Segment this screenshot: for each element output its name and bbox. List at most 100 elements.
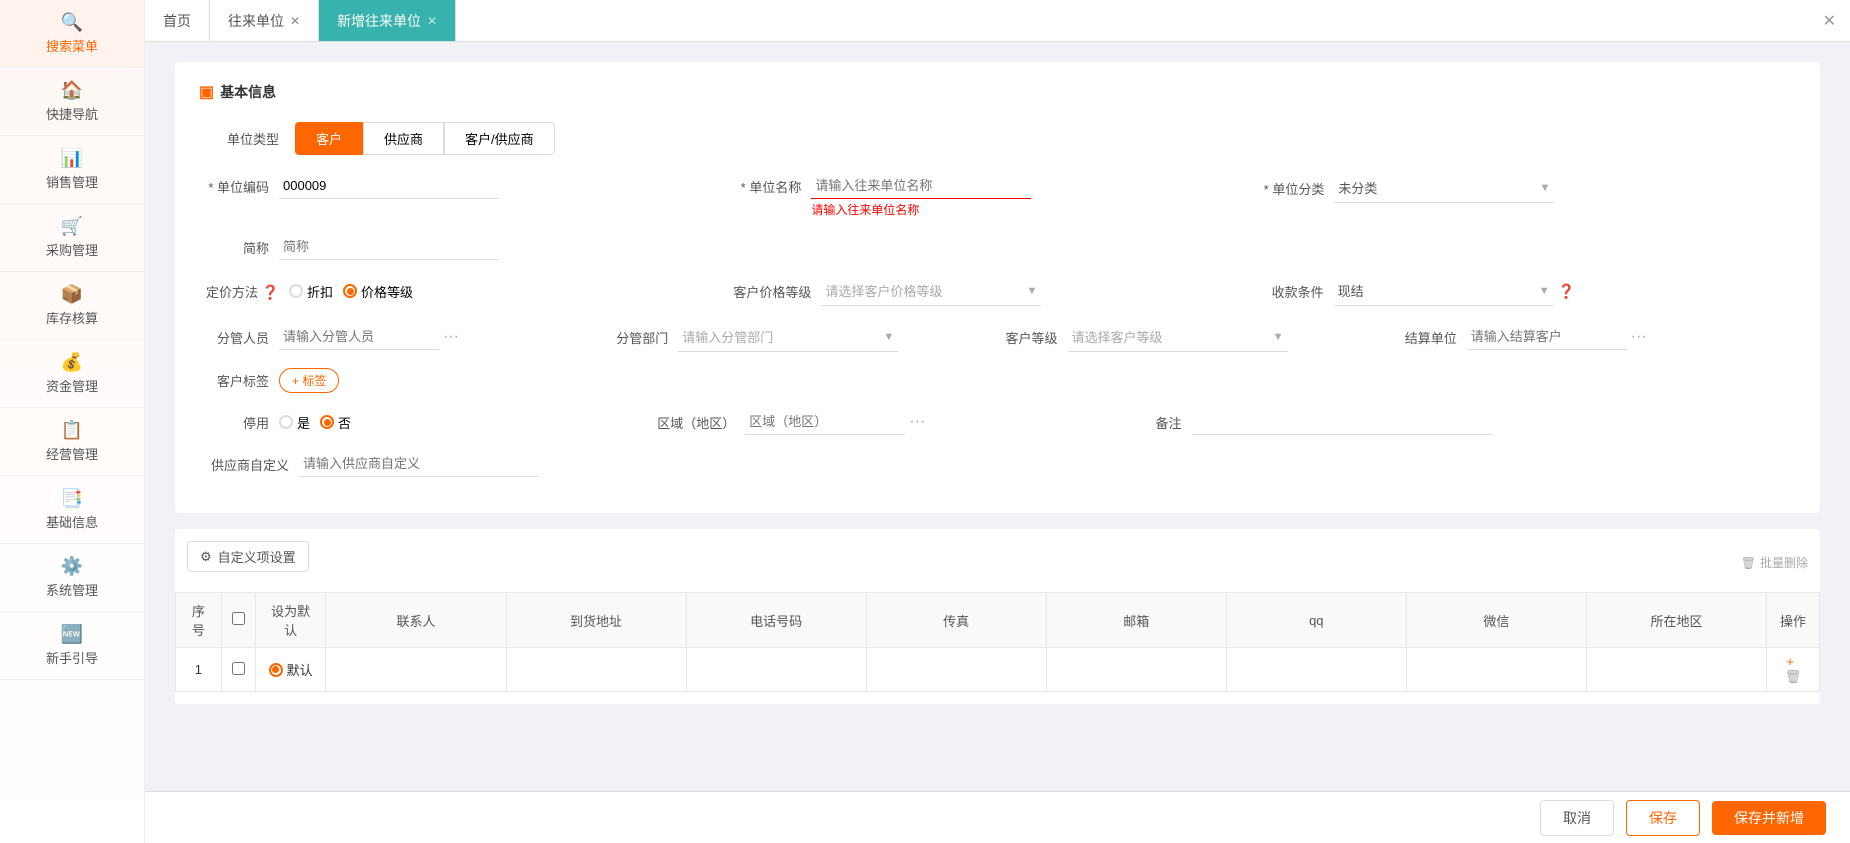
manager-dots-btn[interactable]: ···	[439, 328, 463, 346]
pricing-help-icon[interactable]: ❓	[262, 284, 279, 300]
cancel-button[interactable]: 取消	[1540, 800, 1614, 836]
region-table-input[interactable]	[1597, 662, 1756, 677]
customer-level-select[interactable]: 请选择客户等级 ▼	[1068, 322, 1288, 352]
sidebar-item-inventory[interactable]: 📦 库存核算	[0, 272, 144, 340]
default-radio[interactable]: 默认	[266, 660, 316, 679]
batch-delete-btn[interactable]: 🗑 批量删除	[1741, 554, 1808, 571]
td-seq: 1	[176, 648, 222, 692]
form-row-1: * 单位编码 * 单位名称 请输入往来单位名称 * 单位分类 未分类 ▼	[199, 173, 1796, 218]
unit-type-supplier-btn[interactable]: 供应商	[363, 122, 444, 155]
close-counterparty-icon[interactable]: ✕	[290, 15, 300, 27]
select-all-checkbox[interactable]	[232, 612, 245, 625]
td-region[interactable]	[1586, 648, 1766, 692]
supplier-custom-input[interactable]	[299, 451, 539, 477]
disabled-label: 停用	[199, 413, 269, 432]
sidebar-item-sales[interactable]: 📊 销售管理	[0, 136, 144, 204]
delete-row-btn[interactable]: 🗑	[1785, 669, 1802, 684]
qq-input[interactable]	[1237, 662, 1396, 677]
phone-input[interactable]	[697, 662, 856, 677]
td-contact[interactable]	[326, 648, 506, 692]
short-name-input[interactable]	[279, 234, 499, 260]
settlement-unit-input[interactable]	[1467, 324, 1627, 350]
pricing-discount-label: 折扣	[307, 282, 333, 301]
payment-terms-help-icon[interactable]: ❓	[1558, 283, 1575, 300]
pricing-level-label: 价格等级	[361, 282, 413, 301]
unit-name-input[interactable]	[811, 173, 1031, 199]
manager-input[interactable]	[279, 324, 439, 350]
custom-settings-icon: ⚙	[200, 549, 212, 565]
custom-settings-button[interactable]: ⚙ 自定义项设置	[187, 541, 309, 572]
th-address: 到货地址	[506, 593, 686, 648]
disabled-no-radio[interactable]: 否	[320, 413, 351, 432]
unit-type-customer-btn[interactable]: 客户	[295, 122, 363, 155]
unit-name-error: 请输入往来单位名称	[811, 201, 1263, 218]
main-content: 首页 往来单位 ✕ 新增往来单位 ✕ ✕ ▣ 基本信息 单位类型 客户 供应商 …	[145, 0, 1850, 843]
address-input[interactable]	[517, 662, 676, 677]
tab-home[interactable]: 首页	[145, 0, 210, 41]
contact-input[interactable]	[336, 662, 495, 677]
fax-input[interactable]	[877, 662, 1036, 677]
td-qq[interactable]	[1226, 648, 1406, 692]
customer-price-level-select[interactable]: 请选择客户价格等级 ▼	[821, 276, 1041, 306]
sidebar-item-finance[interactable]: 💰 资金管理	[0, 340, 144, 408]
td-email[interactable]	[1046, 648, 1226, 692]
form-row-2: 简称	[199, 234, 1796, 260]
sidebar-item-system[interactable]: ⚙️ 系统管理	[0, 544, 144, 612]
save-button[interactable]: 保存	[1626, 800, 1700, 836]
department-placeholder: 请输入分管部门	[682, 327, 773, 346]
tab-bar-close-btn[interactable]: ✕	[1809, 0, 1850, 41]
payment-terms-select[interactable]: 现结 ▼	[1334, 276, 1554, 306]
unit-code-input[interactable]	[279, 173, 499, 199]
custom-settings-label: 自定义项设置	[218, 547, 296, 566]
unit-type-both-btn[interactable]: 客户/供应商	[444, 122, 555, 155]
disabled-no-circle	[320, 415, 334, 429]
sidebar-item-operations[interactable]: 📋 经营管理	[0, 408, 144, 476]
unit-name-label: * 单位名称	[731, 177, 801, 196]
th-fax: 传真	[866, 593, 1046, 648]
sidebar-item-purchase[interactable]: 🛒 采购管理	[0, 204, 144, 272]
basic-info-section: ▣ 基本信息 单位类型 客户 供应商 客户/供应商 * 单位编码 * 单位名称	[175, 62, 1820, 513]
pricing-level-radio[interactable]: 价格等级	[343, 282, 413, 301]
customer-level-arrow-icon: ▼	[1273, 331, 1284, 343]
sales-icon: 📊	[61, 148, 83, 169]
add-row-btn[interactable]: +	[1786, 654, 1794, 669]
unit-category-field: * 单位分类 未分类 ▼	[1264, 173, 1796, 203]
td-phone[interactable]	[686, 648, 866, 692]
sidebar-item-guide[interactable]: 🆕 新手引导	[0, 612, 144, 680]
sidebar-item-search[interactable]: 🔍 搜索菜单	[0, 0, 144, 68]
sidebar-sales-label: 销售管理	[46, 172, 98, 191]
row-checkbox[interactable]	[232, 662, 245, 675]
td-wechat[interactable]	[1406, 648, 1586, 692]
td-check	[221, 648, 255, 692]
tab-add-counterparty[interactable]: 新增往来单位 ✕	[319, 0, 456, 41]
region-input[interactable]	[745, 409, 905, 435]
td-address[interactable]	[506, 648, 686, 692]
add-tag-button[interactable]: + 标签	[279, 368, 339, 393]
customer-price-level-label: 客户价格等级	[731, 282, 811, 301]
disabled-radio-group: 是 否	[279, 413, 351, 432]
customer-price-level-field: 客户价格等级 请选择客户价格等级 ▼	[731, 276, 1263, 306]
sidebar-item-quick-nav[interactable]: 🏠 快捷导航	[0, 68, 144, 136]
email-input[interactable]	[1057, 662, 1216, 677]
customer-tag-field: 客户标签 + 标签	[199, 368, 1796, 393]
tab-counterparty[interactable]: 往来单位 ✕	[210, 0, 319, 41]
sidebar-item-basic-info[interactable]: 📑 基础信息	[0, 476, 144, 544]
pricing-discount-radio[interactable]: 折扣	[289, 282, 333, 301]
th-qq: qq	[1226, 593, 1406, 648]
unit-category-select[interactable]: 未分类 ▼	[1334, 173, 1554, 203]
th-contact: 联系人	[326, 593, 506, 648]
close-add-counterparty-icon[interactable]: ✕	[427, 15, 437, 27]
settlement-unit-dots-btn[interactable]: ···	[1627, 328, 1651, 346]
disabled-yes-radio[interactable]: 是	[279, 413, 310, 432]
pricing-method-label: 定价方法 ❓	[199, 282, 279, 301]
save-new-button[interactable]: 保存并新增	[1712, 801, 1826, 835]
disabled-field: 停用 是 否	[199, 413, 655, 432]
department-select[interactable]: 请输入分管部门 ▼	[678, 322, 898, 352]
wechat-input[interactable]	[1417, 662, 1576, 677]
region-dots-btn[interactable]: ···	[905, 413, 929, 431]
th-region: 所在地区	[1586, 593, 1766, 648]
guide-icon: 🆕	[61, 624, 83, 645]
remark-input[interactable]	[1192, 409, 1492, 435]
td-fax[interactable]	[866, 648, 1046, 692]
settlement-unit-label: 结算单位	[1397, 328, 1457, 347]
